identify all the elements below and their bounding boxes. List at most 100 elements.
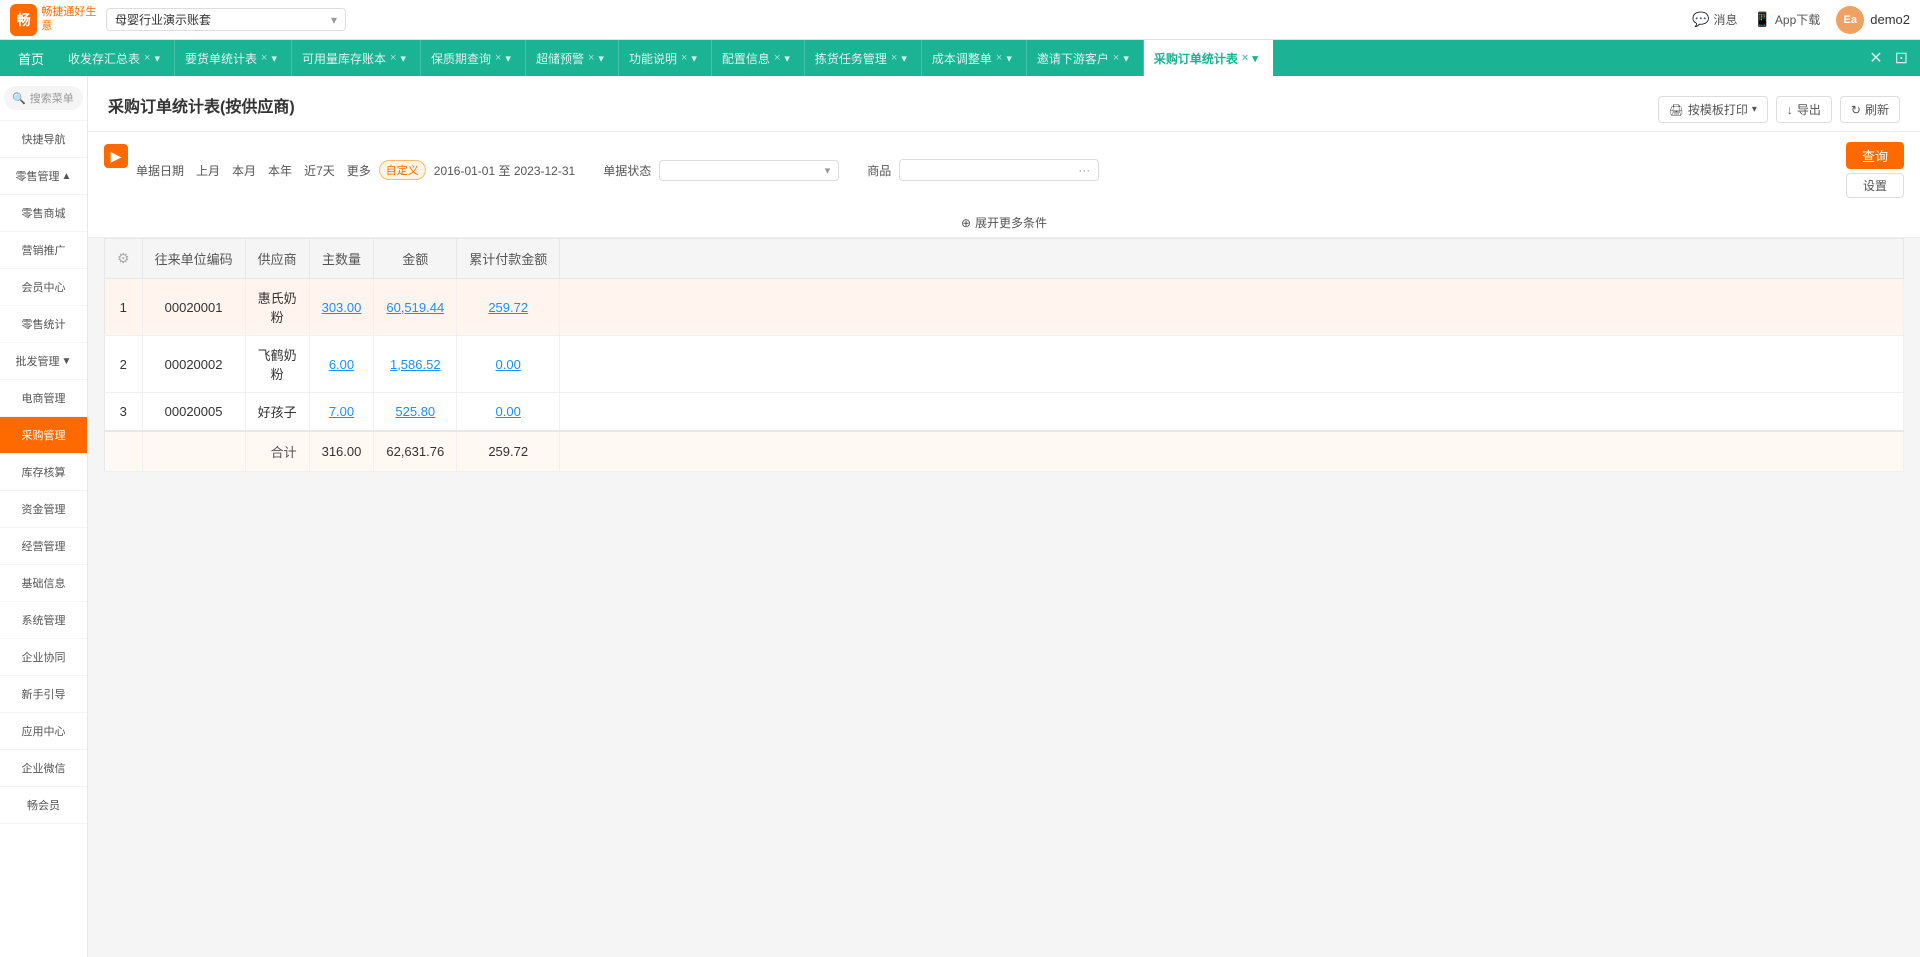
main-layout: 🔍 搜索菜单 快捷导航 零售管理 ▲ 零售商城 营销推广 会员中心 零售统计 批… bbox=[0, 76, 1920, 957]
table-footer-row: 合计 316.00 62,631.76 259.72 bbox=[105, 431, 1904, 472]
workspace-selector[interactable]: 母婴行业演示账套 ▾ bbox=[106, 8, 346, 31]
sidebar-item-app-center[interactable]: 应用中心 bbox=[0, 713, 87, 750]
sidebar-item-newbie[interactable]: 新手引导 bbox=[0, 676, 87, 713]
nav-tab-yaohuo[interactable]: 要货单统计表 × ▾ bbox=[175, 40, 292, 76]
close-icon[interactable]: × bbox=[390, 52, 396, 64]
sidebar-item-basics[interactable]: 基础信息 bbox=[0, 565, 87, 602]
header-actions: 🖨 按模板打印 ▾ ↓ 导出 ↻ 刷新 bbox=[1658, 88, 1900, 131]
close-icon[interactable]: × bbox=[681, 52, 687, 64]
sidebar-item-retail-stats[interactable]: 零售统计 bbox=[0, 306, 87, 343]
qty-cell[interactable]: 6.00 bbox=[309, 336, 374, 393]
data-table: ⚙ 往来单位编码 供应商 主数量 金额 bbox=[104, 238, 1904, 472]
close-icon[interactable]: × bbox=[891, 52, 897, 64]
close-icon[interactable]: × bbox=[588, 52, 594, 64]
nav-tab-kuyong[interactable]: 可用量库存账本 × ▾ bbox=[292, 40, 421, 76]
col-code: 往来单位编码 bbox=[142, 239, 245, 279]
sidebar-item-member-plus[interactable]: 畅会员 bbox=[0, 787, 87, 824]
sidebar-item-marketing[interactable]: 营销推广 bbox=[0, 232, 87, 269]
amount-cell[interactable]: 60,519.44 bbox=[374, 279, 457, 336]
close-icon[interactable]: × bbox=[495, 52, 501, 64]
avatar: Ea bbox=[1836, 6, 1864, 34]
expand-conditions-button[interactable]: ⊕ 展开更多条件 bbox=[961, 214, 1047, 231]
refresh-icon: ↻ bbox=[1851, 103, 1861, 117]
sidebar-item-ecommerce[interactable]: 电商管理 bbox=[0, 380, 87, 417]
nav-tab-baozhi[interactable]: 保质期查询 × ▾ bbox=[421, 40, 526, 76]
refresh-button[interactable]: ↻ 刷新 bbox=[1840, 96, 1900, 123]
shortcut-more[interactable]: 更多 bbox=[343, 161, 375, 180]
sidebar-item-members[interactable]: 会员中心 bbox=[0, 269, 87, 306]
nav-tab-jianhuo[interactable]: 拣货任务管理 × ▾ bbox=[805, 40, 922, 76]
shortcut-last-month[interactable]: 上月 bbox=[192, 161, 224, 180]
top-bar-right: 💬 消息 📱 App下载 Ea demo2 bbox=[1692, 6, 1910, 34]
shortcut-7days[interactable]: 近7天 bbox=[300, 161, 339, 180]
sidebar-item-finance[interactable]: 资金管理 bbox=[0, 491, 87, 528]
goods-label: 商品 bbox=[867, 162, 891, 179]
close-icon[interactable]: × bbox=[774, 52, 780, 64]
sidebar-item-retail-mgmt[interactable]: 零售管理 ▲ bbox=[0, 158, 87, 195]
paid-cell[interactable]: 259.72 bbox=[457, 279, 560, 336]
shortcut-this-year[interactable]: 本年 bbox=[264, 161, 296, 180]
nav-tab-gongneng[interactable]: 功能说明 × ▾ bbox=[619, 40, 712, 76]
chevron-up-icon: ▲ bbox=[62, 171, 72, 182]
export-button[interactable]: ↓ 导出 bbox=[1776, 96, 1832, 123]
user-profile[interactable]: Ea demo2 bbox=[1836, 6, 1910, 34]
amount-cell[interactable]: 1,586.52 bbox=[374, 336, 457, 393]
nav-maximize-button[interactable]: ⊡ bbox=[1891, 48, 1912, 68]
filter-toggle-button[interactable]: ▶ bbox=[104, 144, 128, 168]
close-icon[interactable]: × bbox=[1242, 52, 1248, 64]
table-header-row: ⚙ 往来单位编码 供应商 主数量 金额 bbox=[105, 239, 1904, 279]
status-select[interactable]: ▾ bbox=[659, 160, 839, 181]
expand-icon: ⊕ bbox=[961, 216, 971, 230]
page-title: 采购订单统计表(按供应商) bbox=[108, 93, 295, 117]
sidebar-item-inventory[interactable]: 库存核算 bbox=[0, 454, 87, 491]
sidebar-item-wechat[interactable]: 企业微信 bbox=[0, 750, 87, 787]
paid-cell[interactable]: 0.00 bbox=[457, 336, 560, 393]
qty-cell[interactable]: 7.00 bbox=[309, 393, 374, 432]
page-header: 采购订单统计表(按供应商) 🖨 按模板打印 ▾ ↓ 导出 ↻ 刷新 bbox=[88, 76, 1920, 132]
content-area: 采购订单统计表(按供应商) 🖨 按模板打印 ▾ ↓ 导出 ↻ 刷新 bbox=[88, 76, 1920, 957]
sidebar-item-enterprise[interactable]: 企业协同 bbox=[0, 639, 87, 676]
amount-cell[interactable]: 525.80 bbox=[374, 393, 457, 432]
tab-arrow-icon: ▾ bbox=[396, 52, 410, 65]
sidebar-item-search[interactable]: 🔍 搜索菜单 bbox=[0, 76, 87, 121]
filter-bar: ▶ 单据日期 上月 本月 本年 近7天 更多 自定义 2016-01-01 至 … bbox=[88, 132, 1920, 208]
app-download-button[interactable]: 📱 App下载 bbox=[1753, 11, 1820, 28]
qty-cell[interactable]: 303.00 bbox=[309, 279, 374, 336]
export-icon: ↓ bbox=[1787, 103, 1793, 117]
nav-tab-caigou[interactable]: 采购订单统计表 × ▾ bbox=[1144, 40, 1273, 76]
nav-tab-chaochao[interactable]: 超储预警 × ▾ bbox=[526, 40, 619, 76]
message-button[interactable]: 💬 消息 bbox=[1692, 11, 1737, 28]
close-icon[interactable]: × bbox=[144, 52, 150, 64]
custom-date-badge[interactable]: 自定义 bbox=[379, 160, 426, 180]
close-icon[interactable]: × bbox=[261, 52, 267, 64]
close-icon[interactable]: × bbox=[1113, 52, 1119, 64]
sidebar-item-retail-store[interactable]: 零售商城 bbox=[0, 195, 87, 232]
filter-row: 单据日期 上月 本月 本年 近7天 更多 自定义 2016-01-01 至 20… bbox=[136, 142, 1904, 198]
nav-tab-yaoqing[interactable]: 邀请下游客户 × ▾ bbox=[1027, 40, 1144, 76]
tab-arrow-icon: ▾ bbox=[267, 52, 281, 65]
message-icon: 💬 bbox=[1692, 11, 1709, 28]
settings-button[interactable]: 设置 bbox=[1846, 173, 1904, 198]
sidebar-item-system[interactable]: 系统管理 bbox=[0, 602, 87, 639]
close-icon[interactable]: × bbox=[996, 52, 1002, 64]
search-icon: 🔍 bbox=[12, 92, 26, 105]
nav-tab-shoufa[interactable]: 收发存汇总表 × ▾ bbox=[58, 40, 175, 76]
print-button[interactable]: 🖨 按模板打印 ▾ bbox=[1658, 96, 1768, 123]
nav-tabs: 首页 收发存汇总表 × ▾ 要货单统计表 × ▾ 可用量库存账本 × ▾ 保质期… bbox=[0, 40, 1920, 76]
sidebar-item-wholesale[interactable]: 批发管理 ▼ bbox=[0, 343, 87, 380]
nav-tab-peizhi[interactable]: 配置信息 × ▾ bbox=[712, 40, 805, 76]
goods-input[interactable]: ··· bbox=[899, 159, 1099, 181]
nav-tab-chengben[interactable]: 成本调整单 × ▾ bbox=[922, 40, 1027, 76]
tab-arrow-icon: ▾ bbox=[687, 52, 701, 65]
gear-icon[interactable]: ⚙ bbox=[117, 250, 130, 266]
sidebar-item-purchase[interactable]: 采购管理 bbox=[0, 417, 87, 454]
nav-close-button[interactable]: ✕ bbox=[1865, 48, 1886, 68]
paid-cell[interactable]: 0.00 bbox=[457, 393, 560, 432]
sidebar-item-operations[interactable]: 经营管理 bbox=[0, 528, 87, 565]
sidebar-item-quicknav[interactable]: 快捷导航 bbox=[0, 121, 87, 158]
shortcut-this-month[interactable]: 本月 bbox=[228, 161, 260, 180]
nav-home[interactable]: 首页 bbox=[4, 40, 58, 76]
query-button[interactable]: 查询 bbox=[1846, 142, 1904, 169]
logo-icon: 畅 bbox=[10, 4, 37, 36]
filter-actions: 查询 设置 bbox=[1846, 142, 1904, 198]
